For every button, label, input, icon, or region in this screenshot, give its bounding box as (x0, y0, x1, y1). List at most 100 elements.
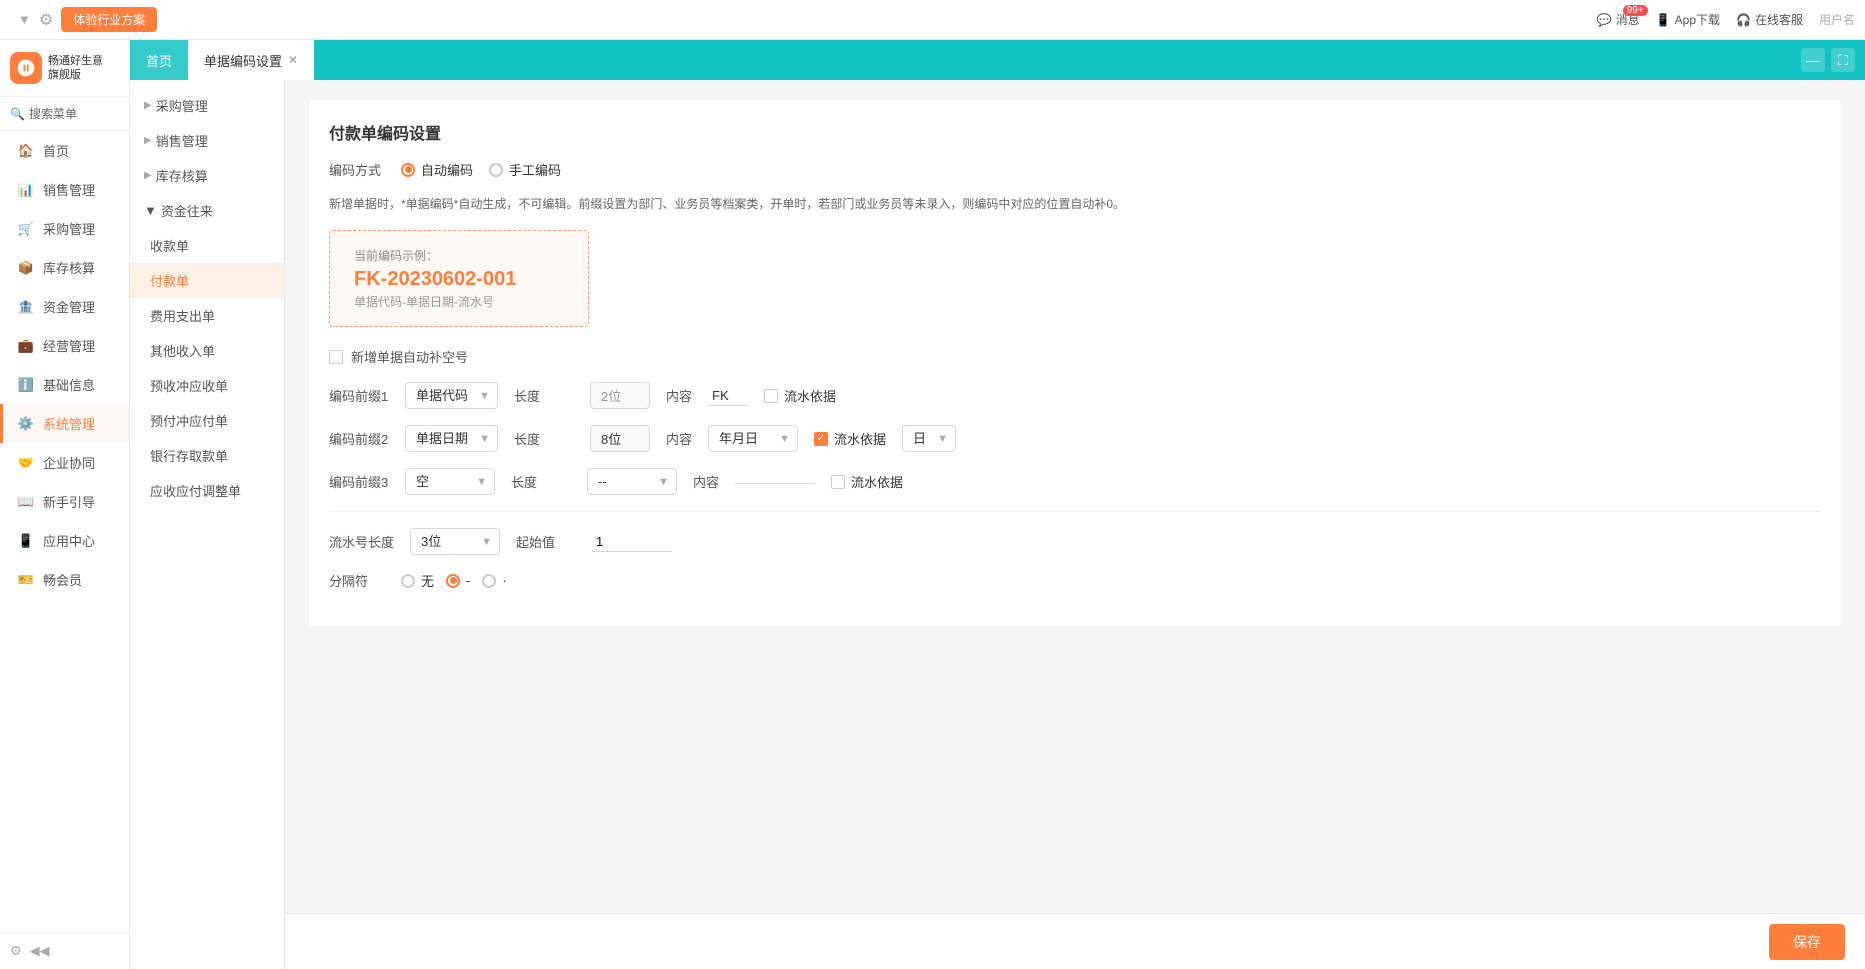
length2-label: 长度 (514, 429, 574, 448)
prefix1-select[interactable]: 单据代码 (405, 382, 498, 409)
sidebar-item-info[interactable]: ℹ️ 基础信息 (0, 365, 129, 404)
app-icon: 📱 (17, 532, 35, 550)
arrow-right-icon: ▶ (144, 135, 152, 146)
coding-method-label: 编码方式 (329, 160, 381, 179)
main-content: 付款单编码设置 编码方式 自动编码 手 (285, 80, 1865, 913)
code-preview: 当前编码示例： FK-20230602-001 单据代码-单据日期-流水号 (329, 230, 589, 327)
trial-button[interactable]: 体验行业方案 (61, 7, 157, 32)
search-menu[interactable]: 🔍 搜索菜单 (0, 97, 129, 131)
submenu-item-prepay-pay[interactable]: 预付冲应付单 (130, 403, 284, 438)
sep-dot2-label: · (502, 573, 506, 588)
settings-bottom-icon[interactable]: ⚙ (10, 943, 22, 959)
flow3-checkbox[interactable]: 流水依据 (831, 472, 903, 491)
submenu-item-prepay-recv[interactable]: 预收冲应收单 (130, 368, 284, 403)
submenu-group-sales: ▶ 销售管理 (130, 123, 284, 158)
length1-input[interactable] (590, 382, 650, 409)
prefix3-select[interactable]: 空 (405, 468, 495, 495)
flow3-label: 流水依据 (851, 472, 903, 491)
sidebar-item-sales[interactable]: 📊 销售管理 (0, 170, 129, 209)
sub-sidebar: ▶ 采购管理 ▶ 销售管理 ▶ 库存核算 (130, 80, 285, 969)
submenu-label: 库存核算 (156, 166, 208, 185)
config-row-1: 编码前缀1 单据代码 ▼ 长度 内容 FK (329, 382, 1821, 409)
prefix2-select[interactable]: 单据日期 (405, 425, 498, 452)
collapse-icon[interactable]: ◀◀ (30, 943, 50, 959)
settings-icon[interactable]: ⚙ (39, 10, 53, 30)
app-download-button[interactable]: 📱 App下载 (1656, 11, 1720, 28)
message-button[interactable]: 💬 消息 99+ (1597, 11, 1640, 28)
sep-dot-radio[interactable]: - (446, 573, 470, 588)
flow1-box[interactable] (764, 389, 778, 403)
sep-none-dot (401, 574, 415, 588)
prefix2-select-wrapper: 单据日期 ▼ (405, 425, 498, 452)
sidebar-item-member[interactable]: 🎫 畅会员 (0, 560, 129, 599)
sidebar-item-appcenter[interactable]: 📱 应用中心 (0, 521, 129, 560)
submenu-header-finance[interactable]: ▼ 资金往来 (130, 193, 284, 228)
length2-input[interactable] (590, 425, 650, 452)
flow2-box[interactable]: ✓ (814, 432, 828, 446)
prefix3-select-wrapper: 空 ▼ (405, 468, 495, 495)
start-value-input[interactable] (592, 532, 672, 552)
tab-close-icon[interactable]: ✕ (288, 53, 298, 67)
serial-length-select[interactable]: 3位 (410, 528, 500, 555)
flow2-unit-select[interactable]: 日 (902, 425, 956, 452)
flow1-label: 流水依据 (784, 386, 836, 405)
arrow-right-icon: ▶ (144, 100, 152, 111)
purchase-icon: 🛒 (17, 220, 35, 238)
logo-text: 畅通好生意 旗舰版 (48, 54, 103, 83)
online-service-button[interactable]: 🎧 在线客服 (1736, 11, 1803, 28)
code-preview-sub: 单据代码-单据日期-流水号 (354, 293, 564, 310)
sidebar-item-system[interactable]: ⚙️ 系统管理 (0, 404, 129, 443)
message-badge: 99+ (1623, 5, 1648, 16)
flow2-unit-wrapper: 日 ▼ (902, 425, 956, 452)
hint-text: 新增单据时，*单据编码*自动生成，不可编辑。前缀设置为部门、业务员等档案类，开单… (329, 195, 1821, 214)
collab-icon: 🤝 (17, 454, 35, 472)
tab-maximize-button[interactable]: ⛶ (1831, 48, 1855, 72)
submenu-header-purchase[interactable]: ▶ 采购管理 (130, 88, 284, 123)
auto-code-dot (401, 163, 415, 177)
sidebar-item-label: 销售管理 (43, 180, 95, 199)
flow2-checkbox[interactable]: ✓ 流水依据 (814, 429, 886, 448)
sidebar-item-finance[interactable]: 🏦 资金管理 (0, 287, 129, 326)
submenu-item-receipts[interactable]: 收款单 (130, 228, 284, 263)
sidebar-item-inventory[interactable]: 📦 库存核算 (0, 248, 129, 287)
submenu-item-expense[interactable]: 费用支出单 (130, 298, 284, 333)
auto-code-radio[interactable]: 自动编码 (401, 160, 473, 179)
length3-select-wrapper: -- ▼ (587, 468, 677, 495)
sidebar-item-purchase[interactable]: 🛒 采购管理 (0, 209, 129, 248)
guide-icon: 📖 (17, 493, 35, 511)
sidebar-item-collab[interactable]: 🤝 企业协同 (0, 443, 129, 482)
dropdown-icon[interactable]: ▼ (18, 12, 31, 27)
sep-dot2-radio[interactable]: · (482, 573, 506, 588)
sidebar-item-guide[interactable]: 📖 新手引导 (0, 482, 129, 521)
submenu-header-sales[interactable]: ▶ 销售管理 (130, 123, 284, 158)
sidebar-item-label: 资金管理 (43, 297, 95, 316)
content1-label: 内容 (666, 386, 692, 405)
submenu-item-payment[interactable]: 付款单 (130, 263, 284, 298)
manual-code-label: 手工编码 (509, 160, 561, 179)
manual-code-radio[interactable]: 手工编码 (489, 160, 561, 179)
content2-select[interactable]: 年月日 (708, 425, 798, 452)
top-bar-left: ▼ ⚙ 体验行业方案 (10, 7, 157, 32)
submenu-item-bank[interactable]: 银行存取款单 (130, 438, 284, 473)
tab-bar-actions: — ⛶ (1801, 48, 1865, 72)
auto-fill-checkbox[interactable] (329, 350, 343, 364)
content2-label: 内容 (666, 429, 692, 448)
length3-select[interactable]: -- (587, 468, 677, 495)
submenu-item-adj[interactable]: 应收应付调整单 (130, 473, 284, 508)
submenu-item-other-income[interactable]: 其他收入单 (130, 333, 284, 368)
sidebar-item-management[interactable]: 💼 经营管理 (0, 326, 129, 365)
tab-coding-settings[interactable]: 单据编码设置 ✕ (188, 40, 314, 80)
flow3-box[interactable] (831, 475, 845, 489)
serial-length-wrapper: 3位 ▼ (410, 528, 500, 555)
logo: 畅通好生意 旗舰版 (0, 40, 129, 97)
serial-length-label: 流水号长度 (329, 532, 394, 551)
tab-home[interactable]: 首页 (130, 40, 188, 80)
flow1-checkbox[interactable]: 流水依据 (764, 386, 836, 405)
sidebar-item-label: 畅会员 (43, 570, 82, 589)
submenu-header-inventory[interactable]: ▶ 库存核算 (130, 158, 284, 193)
sep-none-radio[interactable]: 无 (401, 571, 434, 590)
sidebar-item-home[interactable]: 🏠 首页 (0, 131, 129, 170)
tab-minimize-button[interactable]: — (1801, 48, 1825, 72)
app-download-label: App下载 (1675, 11, 1720, 28)
save-button[interactable]: 保存 (1769, 924, 1845, 960)
